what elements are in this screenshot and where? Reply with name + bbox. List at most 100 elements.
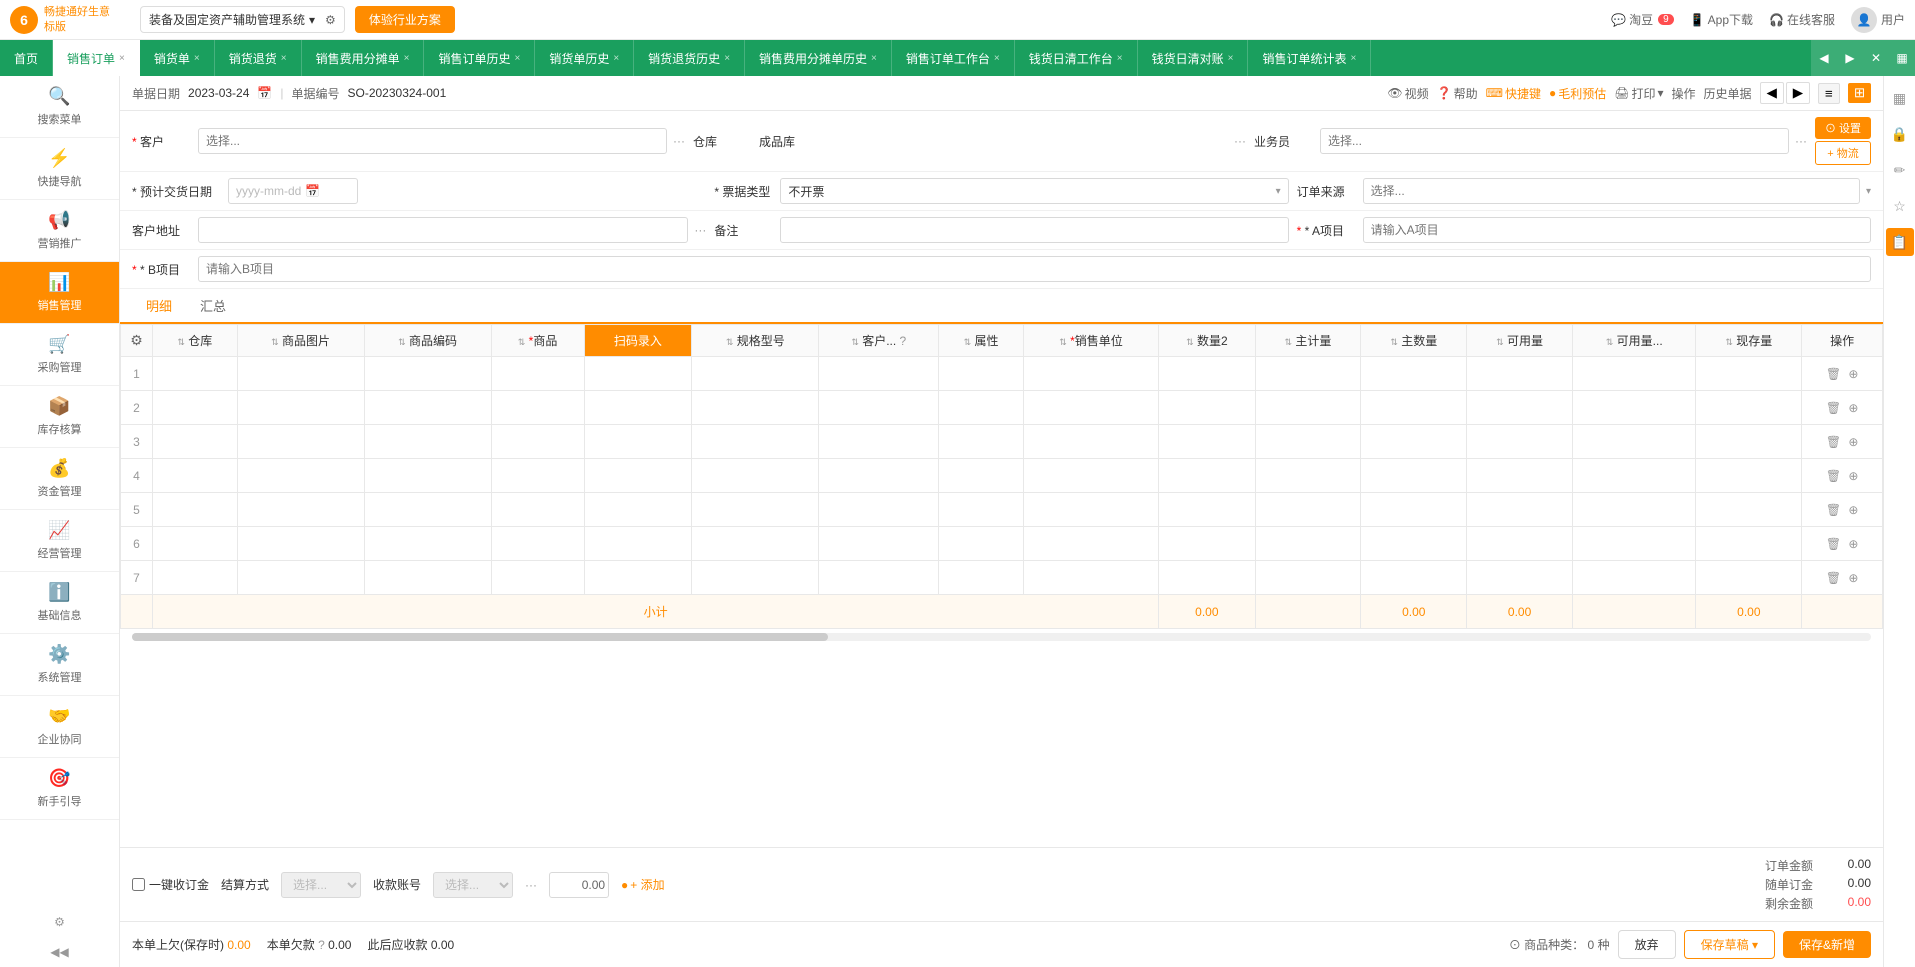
cell-scan[interactable] [584, 561, 692, 595]
close-icon[interactable]: × [194, 53, 200, 64]
shortcut-btn[interactable]: ⌨ 快捷键 [1486, 85, 1541, 102]
operate-btn[interactable]: 操作 [1672, 85, 1696, 102]
scrollbar-thumb[interactable] [132, 633, 828, 641]
cell-stock[interactable] [1696, 391, 1802, 425]
cell-main-unit[interactable] [1255, 527, 1361, 561]
cell-customer-code[interactable] [819, 493, 939, 527]
cell-main-unit[interactable] [1255, 425, 1361, 459]
cell-main-unit[interactable] [1255, 493, 1361, 527]
tab-expense-history[interactable]: 销售费用分摊单历史 × [745, 40, 892, 76]
close-icon[interactable]: × [724, 53, 730, 64]
cell-main-qty[interactable] [1361, 527, 1467, 561]
close-icon[interactable]: × [871, 53, 877, 64]
nav-menu[interactable]: ▦ [1889, 40, 1915, 76]
gear-icon[interactable]: ⚙ [130, 332, 143, 348]
view-btn[interactable]: 👁 视频 [1387, 85, 1428, 102]
delete-icon[interactable]: 🗑 [1826, 469, 1841, 483]
print-btn[interactable]: 🖨 打印 ▾ [1614, 85, 1663, 102]
cell-warehouse[interactable] [153, 459, 238, 493]
material-btn[interactable]: + 物流 [1815, 141, 1871, 165]
cell-product[interactable] [491, 459, 584, 493]
copy-icon[interactable]: ⊕ [1848, 503, 1858, 517]
profit-btn[interactable]: ● 毛利预估 [1549, 85, 1606, 102]
cell-action[interactable]: 🗑 ⊕ [1802, 493, 1883, 527]
sidebar-item-search[interactable]: 🔍 搜索菜单 [0, 76, 119, 138]
user-area[interactable]: 👤 用户 [1851, 7, 1905, 33]
cell-main-unit[interactable] [1255, 459, 1361, 493]
customer-more-icon[interactable]: ··· [673, 134, 685, 148]
tab-sales-bill[interactable]: 销货单 × [140, 40, 215, 76]
sort-icon[interactable]: ⇅ [518, 337, 526, 347]
cell-available[interactable] [1467, 391, 1573, 425]
cell-main-qty[interactable] [1361, 561, 1467, 595]
tab-sales-return[interactable]: 销货退货 × [215, 40, 302, 76]
copy-icon[interactable]: ⊕ [1848, 537, 1858, 551]
cell-qty2[interactable] [1159, 459, 1255, 493]
cell-spec[interactable] [692, 391, 819, 425]
help-icon[interactable]: ? [900, 334, 907, 348]
cell-customer-code[interactable] [819, 425, 939, 459]
cell-qty2[interactable] [1159, 425, 1255, 459]
cell-scan[interactable] [584, 493, 692, 527]
cell-unit[interactable] [1023, 493, 1158, 527]
cell-qty2[interactable] [1159, 391, 1255, 425]
cell-spec[interactable] [692, 493, 819, 527]
sort-icon[interactable]: ⇅ [1285, 337, 1293, 347]
cell-main-unit[interactable] [1255, 561, 1361, 595]
cell-action[interactable]: 🗑 ⊕ [1802, 459, 1883, 493]
cell-warehouse[interactable] [153, 493, 238, 527]
cell-available2[interactable] [1572, 527, 1695, 561]
list-view-btn[interactable]: ≡ [1818, 83, 1840, 104]
cell-stock[interactable] [1696, 357, 1802, 391]
close-icon[interactable]: × [1350, 53, 1356, 64]
sort-icon[interactable]: ⇅ [1390, 337, 1398, 347]
save-new-btn[interactable]: 保存&新增 [1783, 931, 1871, 958]
cell-warehouse[interactable] [153, 561, 238, 595]
cell-code[interactable] [364, 493, 491, 527]
cell-action[interactable]: 🗑 ⊕ [1802, 425, 1883, 459]
warehouse-more-icon[interactable]: ··· [1234, 134, 1246, 148]
sort-icon[interactable]: ⇅ [1725, 337, 1733, 347]
industry-btn[interactable]: 体验行业方案 [355, 6, 455, 33]
right-icon-lock[interactable]: 🔒 [1886, 120, 1914, 148]
nav-next-arrow[interactable]: ▶ [1837, 40, 1863, 76]
th-scan[interactable]: 扫码录入 [584, 325, 692, 357]
close-icon[interactable]: × [994, 53, 1000, 64]
calendar-icon[interactable]: 📅 [257, 86, 272, 100]
tab-sales-expense[interactable]: 销售费用分摊单 × [302, 40, 425, 76]
sidebar-item-inventory[interactable]: 📦 库存核算 [0, 386, 119, 448]
app-download[interactable]: 📱 App下载 [1690, 11, 1753, 28]
cell-available2[interactable] [1572, 561, 1695, 595]
sidebar-item-quicknav[interactable]: ⚡ 快捷导航 [0, 138, 119, 200]
cell-available2[interactable] [1572, 391, 1695, 425]
cell-code[interactable] [364, 391, 491, 425]
cell-spec[interactable] [692, 561, 819, 595]
cell-customer-code[interactable] [819, 561, 939, 595]
tab-sales-bill-history[interactable]: 销货单历史 × [535, 40, 634, 76]
cell-warehouse[interactable] [153, 391, 238, 425]
cell-customer-code[interactable] [819, 391, 939, 425]
settings-form-btn[interactable]: ⊙ 设置 [1815, 117, 1871, 139]
delete-icon[interactable]: 🗑 [1826, 401, 1841, 415]
tab-return-history[interactable]: 销货退货历史 × [634, 40, 745, 76]
one-click-input[interactable] [132, 878, 145, 891]
tab-sales-order[interactable]: 销售订单 × [53, 40, 140, 76]
right-icon-grid[interactable]: ▦ [1886, 84, 1914, 112]
sidebar-item-operation[interactable]: 📈 经营管理 [0, 510, 119, 572]
delete-icon[interactable]: 🗑 [1826, 435, 1841, 449]
cell-stock[interactable] [1696, 493, 1802, 527]
cell-attr[interactable] [939, 561, 1024, 595]
next-record-btn[interactable]: ▶ [1786, 82, 1810, 104]
cell-stock[interactable] [1696, 459, 1802, 493]
close-icon[interactable]: × [1228, 53, 1234, 64]
cell-code[interactable] [364, 561, 491, 595]
payment-select[interactable]: 选择... [281, 872, 361, 898]
nav-close-all[interactable]: ✕ [1863, 40, 1889, 76]
cell-product[interactable] [491, 425, 584, 459]
cell-available[interactable] [1467, 527, 1573, 561]
cell-action[interactable]: 🗑 ⊕ [1802, 527, 1883, 561]
sort-icon[interactable]: ⇅ [964, 337, 972, 347]
invoice-select[interactable]: 不开票 ▾ [780, 178, 1288, 204]
cell-qty2[interactable] [1159, 527, 1255, 561]
cell-scan[interactable] [584, 391, 692, 425]
